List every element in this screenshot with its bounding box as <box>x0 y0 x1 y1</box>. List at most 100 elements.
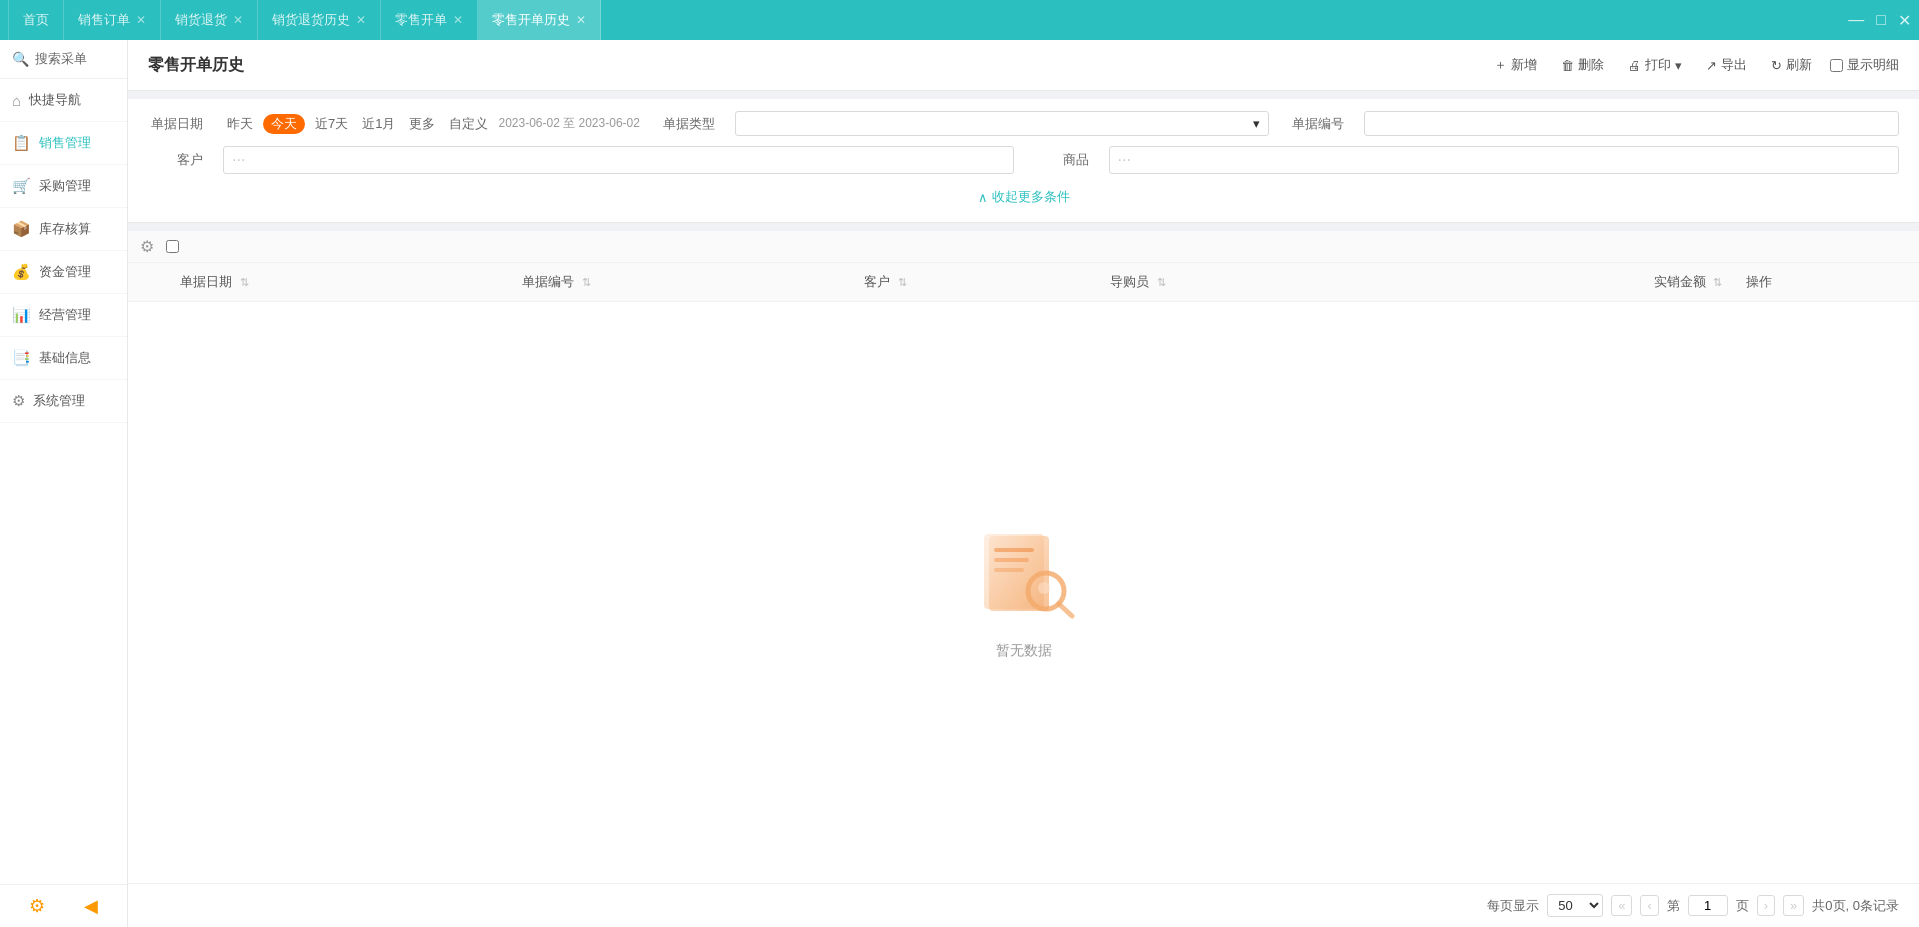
print-button[interactable]: 🖨 打印 ▾ <box>1622 52 1688 78</box>
tab-sales-order-close[interactable]: ✕ <box>136 13 146 27</box>
page-prefix-label: 第 <box>1667 897 1680 915</box>
per-page-select[interactable]: 50 10 20 100 <box>1547 894 1603 917</box>
table-toolbar: ⚙ <box>128 231 1919 263</box>
customer-label: 客户 <box>148 151 203 169</box>
filter-area: 单据日期 昨天 今天 近7天 近1月 更多 自定义 2023-06-02 至 2… <box>128 99 1919 223</box>
sys-icon: ⚙ <box>12 392 25 410</box>
export-button[interactable]: ↗ 导出 <box>1700 52 1753 78</box>
sidebar-item-basic-info[interactable]: 📑 基础信息 <box>0 337 127 380</box>
date-1month[interactable]: 近1月 <box>358 114 399 134</box>
sidebar-item-sys-mgmt[interactable]: ⚙ 系统管理 <box>0 380 127 423</box>
tab-retail-open-label: 零售开单 <box>395 11 447 29</box>
ops-icon: 📊 <box>12 306 31 324</box>
add-label: 新增 <box>1511 56 1537 74</box>
th-guide[interactable]: 导购员 ⇅ <box>1098 263 1392 302</box>
print-dropdown-icon: ▾ <box>1675 58 1682 73</box>
th-amount-label: 实销金额 <box>1654 274 1706 289</box>
collapse-more-btn[interactable]: ∧ 收起更多条件 <box>148 184 1899 210</box>
th-checkbox <box>128 263 168 302</box>
collapse-sidebar-button[interactable]: ◀ <box>84 895 98 917</box>
th-customer[interactable]: 客户 ⇅ <box>852 263 1098 302</box>
tab-bar: 首页 销售订单 ✕ 销货退货 ✕ 销货退货历史 ✕ 零售开单 ✕ 零售开单历史 … <box>0 0 1919 40</box>
prev-page-button[interactable]: ‹ <box>1640 895 1658 916</box>
customer-select[interactable]: ··· <box>223 146 1014 174</box>
date-more[interactable]: 更多 <box>405 114 439 134</box>
th-date-sort-icon: ⇅ <box>240 276 249 288</box>
sidebar-item-quick-nav[interactable]: ⌂ 快捷导航 <box>0 79 127 122</box>
sidebar-search-label: 搜索采单 <box>35 50 87 68</box>
svg-rect-2 <box>994 548 1034 552</box>
th-date[interactable]: 单据日期 ⇅ <box>168 263 510 302</box>
page-header: 零售开单历史 ＋ 新增 🗑 删除 🖨 打印 ▾ ↗ 导出 <box>128 40 1919 91</box>
date-range: 2023-06-02 至 2023-06-02 <box>498 115 639 132</box>
purchase-icon: 🛒 <box>12 177 31 195</box>
page-number-input[interactable] <box>1688 895 1728 916</box>
select-all-checkbox[interactable] <box>166 240 179 253</box>
export-icon: ↗ <box>1706 58 1717 73</box>
sidebar-item-finance-mgmt-label: 资金管理 <box>39 263 91 281</box>
refresh-button[interactable]: ↻ 刷新 <box>1765 52 1818 78</box>
sidebar-item-stock-settle-label: 库存核算 <box>39 220 91 238</box>
tab-sales-return[interactable]: 销货退货 ✕ <box>161 0 258 40</box>
minimize-button[interactable]: — <box>1848 11 1864 30</box>
refresh-icon: ↻ <box>1771 58 1782 73</box>
th-guide-sort-icon: ⇅ <box>1157 276 1166 288</box>
tab-retail-open-close[interactable]: ✕ <box>453 13 463 27</box>
first-page-button[interactable]: « <box>1611 895 1632 916</box>
last-page-button[interactable]: » <box>1783 895 1804 916</box>
settings-gear-icon[interactable]: ⚙ <box>29 895 45 917</box>
content-area: 零售开单历史 ＋ 新增 🗑 删除 🖨 打印 ▾ ↗ 导出 <box>128 40 1919 927</box>
th-amount[interactable]: 实销金额 ⇅ <box>1392 263 1734 302</box>
date-label: 单据日期 <box>148 115 203 133</box>
sidebar-item-ops-mgmt-label: 经营管理 <box>39 306 91 324</box>
sidebar-item-basic-info-label: 基础信息 <box>39 349 91 367</box>
sidebar-item-stock-settle[interactable]: 📦 库存核算 <box>0 208 127 251</box>
svg-rect-3 <box>994 558 1029 562</box>
tab-sales-order-label: 销售订单 <box>78 11 130 29</box>
maximize-button[interactable]: □ <box>1876 11 1886 30</box>
date-today[interactable]: 今天 <box>263 114 305 134</box>
table-area: ⚙ 单据日期 ⇅ 单据编号 ⇅ <box>128 231 1919 927</box>
sidebar-item-purchase-mgmt-label: 采购管理 <box>39 177 91 195</box>
tab-home[interactable]: 首页 <box>8 0 64 40</box>
tab-sales-return-close[interactable]: ✕ <box>233 13 243 27</box>
th-no[interactable]: 单据编号 ⇅ <box>510 263 852 302</box>
refresh-label: 刷新 <box>1786 56 1812 74</box>
show-detail-check[interactable] <box>1830 59 1843 72</box>
close-button[interactable]: ✕ <box>1898 11 1911 30</box>
next-page-button[interactable]: › <box>1757 895 1775 916</box>
stock-icon: 📦 <box>12 220 31 238</box>
tab-retail-open-history[interactable]: 零售开单历史 ✕ <box>478 0 601 40</box>
date-custom[interactable]: 自定义 <box>445 114 492 134</box>
goods-label: 商品 <box>1034 151 1089 169</box>
search-icon: 🔍 <box>12 51 29 67</box>
delete-icon: 🗑 <box>1561 58 1574 73</box>
doc-no-input[interactable] <box>1364 111 1899 136</box>
tab-retail-open-history-close[interactable]: ✕ <box>576 13 586 27</box>
tab-sales-return-history-label: 销货退货历史 <box>272 11 350 29</box>
empty-text: 暂无数据 <box>996 642 1052 660</box>
tab-retail-open-history-label: 零售开单历史 <box>492 11 570 29</box>
sidebar-item-finance-mgmt[interactable]: 💰 资金管理 <box>0 251 127 294</box>
svg-point-7 <box>1038 582 1050 594</box>
tab-sales-return-history[interactable]: 销货退货历史 ✕ <box>258 0 381 40</box>
sidebar-item-sales-mgmt[interactable]: 📋 销售管理 <box>0 122 127 165</box>
th-no-sort-icon: ⇅ <box>582 276 591 288</box>
tab-retail-open[interactable]: 零售开单 ✕ <box>381 0 478 40</box>
page-total: 共0页, 0条记录 <box>1812 897 1899 915</box>
add-button[interactable]: ＋ 新增 <box>1488 52 1543 78</box>
date-7days[interactable]: 近7天 <box>311 114 352 134</box>
tab-sales-order[interactable]: 销售订单 ✕ <box>64 0 161 40</box>
tab-sales-return-history-close[interactable]: ✕ <box>356 13 366 27</box>
table-settings-icon[interactable]: ⚙ <box>140 237 154 256</box>
delete-button[interactable]: 🗑 删除 <box>1555 52 1610 78</box>
show-detail-checkbox[interactable]: 显示明细 <box>1830 56 1899 74</box>
sidebar-item-purchase-mgmt[interactable]: 🛒 采购管理 <box>0 165 127 208</box>
date-yesterday[interactable]: 昨天 <box>223 114 257 134</box>
goods-select[interactable]: ··· <box>1109 146 1900 174</box>
sidebar-search[interactable]: 🔍 搜索采单 <box>0 40 127 79</box>
doc-type-select[interactable]: ▾ <box>735 111 1270 136</box>
th-customer-label: 客户 <box>864 274 890 289</box>
th-customer-sort-icon: ⇅ <box>898 276 907 288</box>
sidebar-item-ops-mgmt[interactable]: 📊 经营管理 <box>0 294 127 337</box>
